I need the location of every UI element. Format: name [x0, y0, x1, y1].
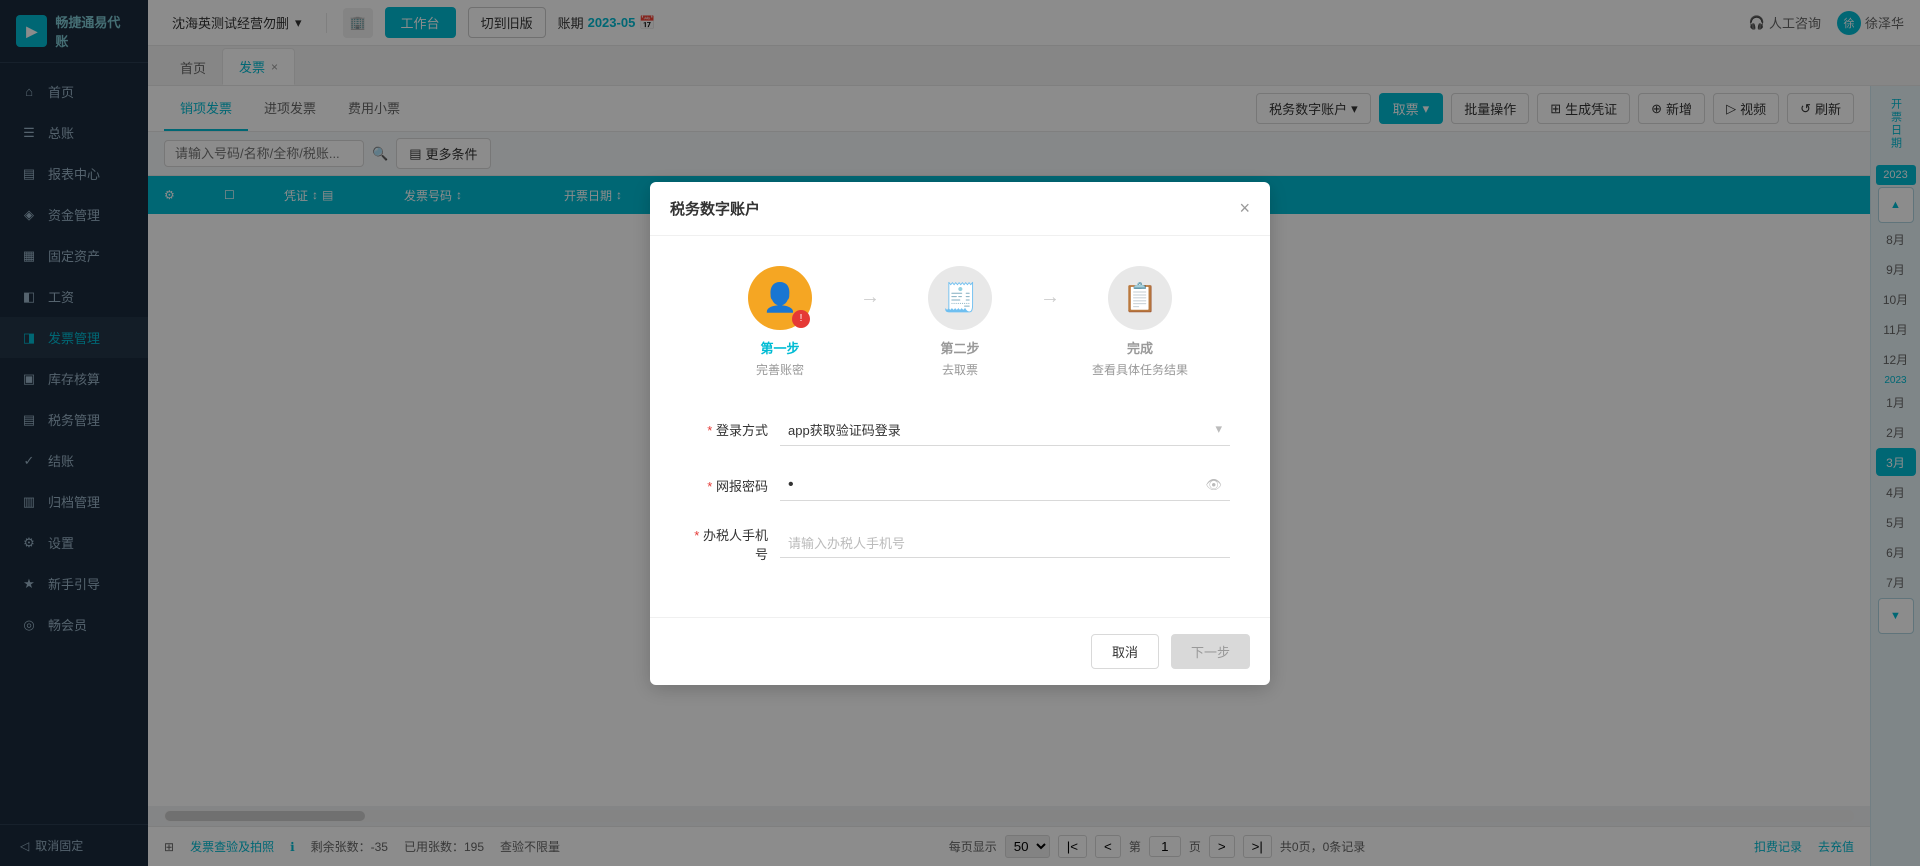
modal-body: 👤 ! 第一步 完善账密 → 🧾 第二步 去取票 → [650, 236, 1270, 617]
step-2: 🧾 第二步 去取票 [900, 266, 1020, 378]
phone-label: * 办税人手机号 [690, 525, 780, 563]
steps-indicator: 👤 ! 第一步 完善账密 → 🧾 第二步 去取票 → [690, 266, 1230, 378]
step-2-desc: 去取票 [942, 361, 978, 378]
toggle-password-icon[interactable]: 👁 [1205, 477, 1222, 493]
step-3-desc: 查看具体任务结果 [1092, 361, 1188, 378]
password-label: * 网报密码 [690, 476, 780, 495]
password-value: • [788, 476, 798, 494]
login-method-select[interactable]: app获取验证码登录 ▾ [780, 414, 1230, 446]
step-1-icon: 👤 ! [748, 266, 812, 330]
phone-row: * 办税人手机号 [690, 525, 1230, 563]
step-1-desc: 完善账密 [756, 361, 804, 378]
step-1-label: 第一步 [760, 338, 799, 357]
step-3: 📋 完成 查看具体任务结果 [1080, 266, 1200, 378]
cancel-button[interactable]: 取消 [1091, 634, 1159, 669]
next-button[interactable]: 下一步 [1171, 634, 1250, 669]
step-1-badge: ! [792, 310, 810, 328]
modal-header: 税务数字账户 × [650, 182, 1270, 236]
step-3-icon: 📋 [1108, 266, 1172, 330]
login-method-label: * 登录方式 [690, 420, 780, 439]
modal-overlay: 税务数字账户 × 👤 ! 第一步 完善账密 → [0, 0, 1920, 866]
login-method-row: * 登录方式 app获取验证码登录 ▾ [690, 414, 1230, 446]
step-arrow-2: → [1020, 266, 1080, 309]
phone-input[interactable] [780, 530, 1230, 558]
select-dropdown-icon: ▾ [1215, 421, 1222, 437]
step-1: 👤 ! 第一步 完善账密 [720, 266, 840, 378]
password-field: • 👁 [780, 470, 1230, 501]
step-2-label: 第二步 [940, 338, 979, 357]
tax-digital-modal: 税务数字账户 × 👤 ! 第一步 完善账密 → [650, 182, 1270, 685]
step-3-label: 完成 [1127, 338, 1153, 357]
step-2-icon: 🧾 [928, 266, 992, 330]
password-row: * 网报密码 • 👁 [690, 470, 1230, 501]
modal-close-button[interactable]: × [1239, 198, 1250, 219]
modal-footer: 取消 下一步 [650, 617, 1270, 685]
step-arrow-1: → [840, 266, 900, 309]
modal-title: 税务数字账户 [670, 198, 760, 219]
